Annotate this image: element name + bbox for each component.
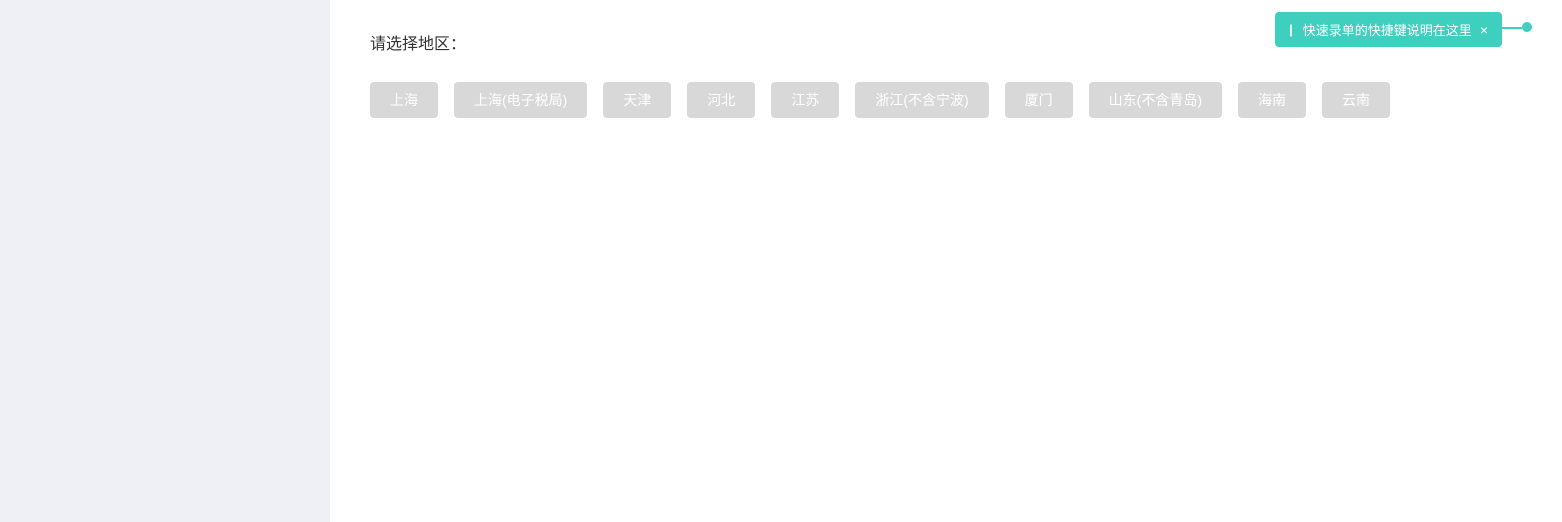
sidebar [0, 0, 330, 522]
tooltip-popup: 快速录单的快捷键说明在这里 × [1275, 12, 1502, 47]
region-button-zhejiang[interactable]: 浙江(不含宁波) [855, 82, 988, 118]
tooltip-text: 快速录单的快捷键说明在这里 [1303, 20, 1472, 39]
region-button-yunnan[interactable]: 云南 [1322, 82, 1390, 118]
region-button-shandong[interactable]: 山东(不含青岛) [1089, 82, 1222, 118]
region-button-shanghai[interactable]: 上海 [370, 82, 438, 118]
region-button-xiamen[interactable]: 厦门 [1005, 82, 1073, 118]
tooltip-line [1502, 27, 1522, 29]
region-button-tianjin[interactable]: 天津 [603, 82, 671, 118]
main-content: 请选择地区： 上海上海(电子税局)天津河北江苏浙江(不含宁波)厦门山东(不含青岛… [330, 0, 1562, 522]
region-button-hainan[interactable]: 海南 [1238, 82, 1306, 118]
tooltip-dot [1522, 22, 1532, 32]
region-button-jiangsu[interactable]: 江苏 [771, 82, 839, 118]
region-button-hebei[interactable]: 河北 [687, 82, 755, 118]
region-button-shanghai-etax[interactable]: 上海(电子税局) [454, 82, 587, 118]
tooltip-close-button[interactable]: × [1480, 23, 1488, 37]
region-buttons: 上海上海(电子税局) 天津河北江苏浙江(不含宁波) 厦门山东(不含青岛) 海南云南 [370, 82, 1522, 118]
